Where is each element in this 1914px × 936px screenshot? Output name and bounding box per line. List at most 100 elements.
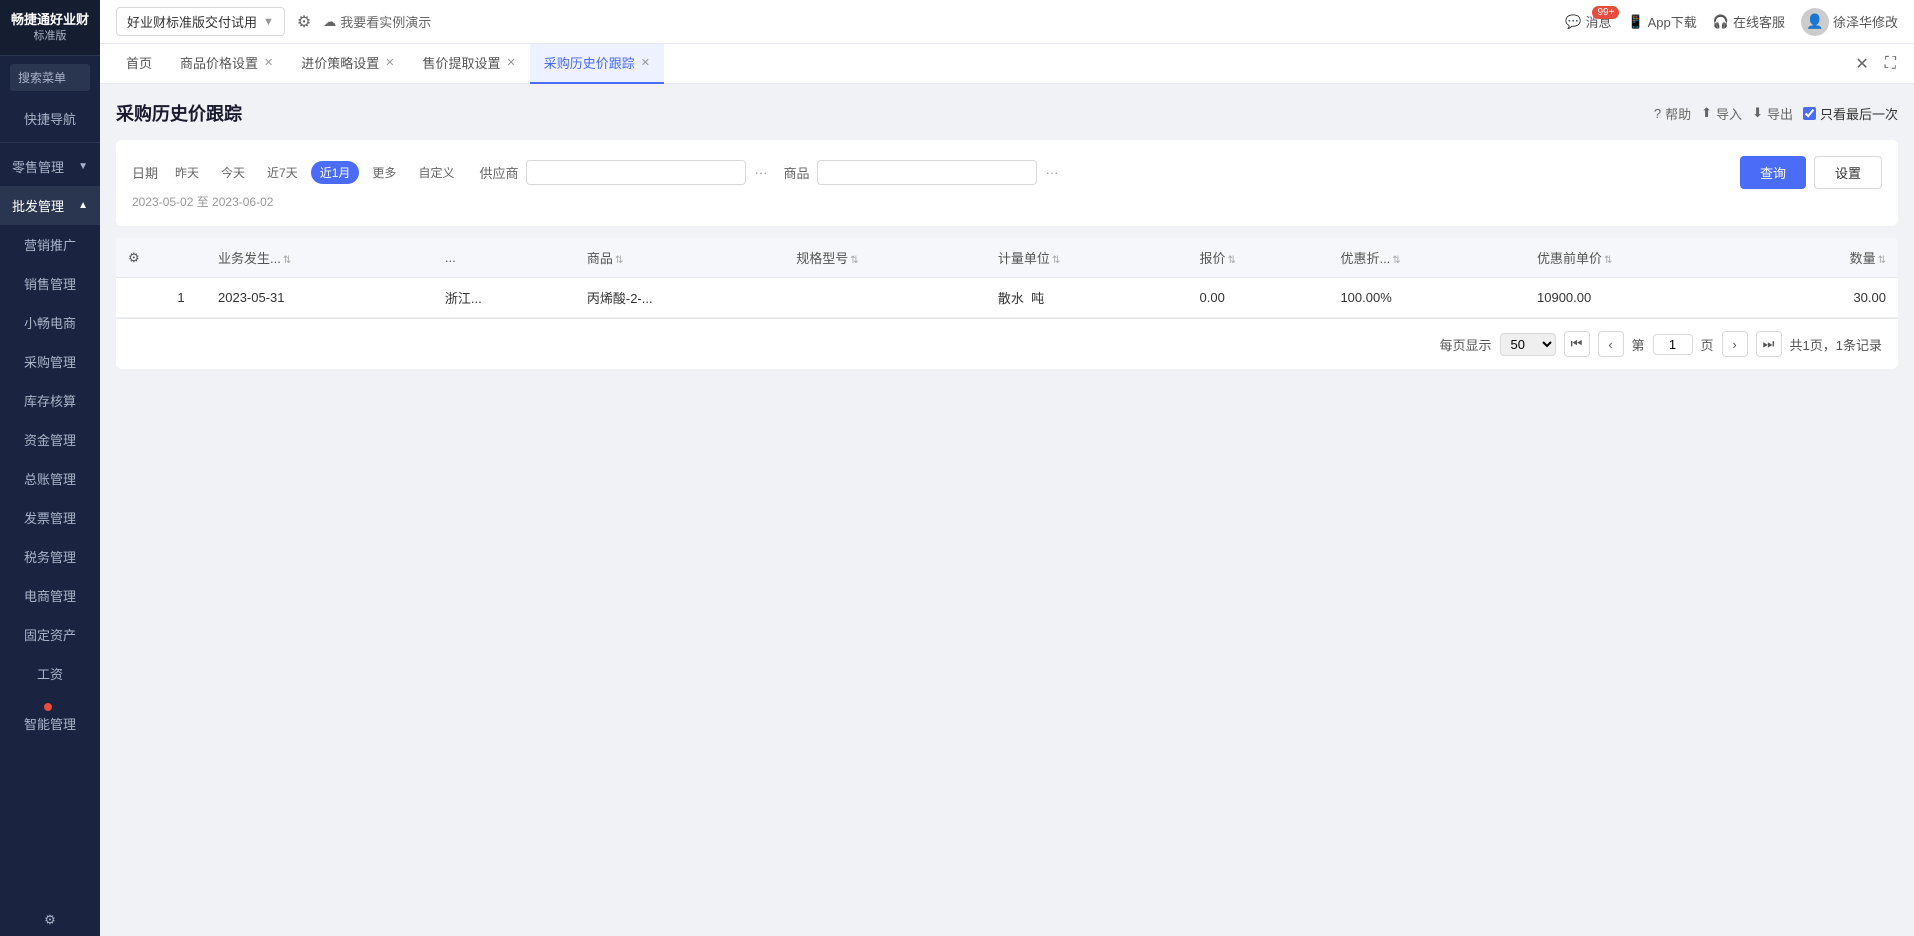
sidebar-item-finance[interactable]: 资金管理 [0,420,100,459]
only-last-checkbox[interactable]: 只看最后一次 [1803,104,1898,123]
search-menu-button[interactable]: 搜索菜单 [10,64,90,91]
row-date: 2023-05-31 [206,278,433,318]
page-input[interactable] [1653,334,1693,355]
sort-icon[interactable]: ⇅ [1392,255,1400,266]
goods-more-icon[interactable]: ··· [1045,165,1058,180]
goods-filter: 商品 ··· [783,160,1058,185]
per-page-select[interactable]: 10 20 50 100 [1500,333,1556,356]
date-btn-1month[interactable]: 近1月 [311,161,360,184]
sidebar-item-label: 小畅电商 [24,313,76,332]
sidebar-item-label: 资金管理 [24,430,76,449]
first-page-button[interactable]: ⏮ [1564,331,1590,357]
sort-icon[interactable]: ⇅ [1228,255,1236,266]
date-btn-7days[interactable]: 近7天 [258,161,307,184]
app-download-button[interactable]: 📱 App下载 [1627,12,1696,31]
tab-close-icon[interactable]: ✕ [385,56,394,69]
sidebar-settings-button[interactable]: ⚙ [0,904,100,936]
supplier-filter-label: 供应商 [479,163,518,182]
sort-icon[interactable]: ⇅ [850,255,858,266]
online-service-button[interactable]: 🎧 在线客服 [1713,12,1785,31]
row-spec [784,278,986,318]
avatar: 👤 [1801,8,1829,36]
date-btn-today[interactable]: 今天 [212,161,254,184]
user-menu[interactable]: 👤 徐泽华修改 [1801,8,1898,36]
tab-close-icon[interactable]: ✕ [264,56,273,69]
chevron-down-icon: ▼ [263,16,274,28]
table-header: ⚙ 业务发生...⇅ ... 商品⇅ 规格型号⇅ [116,238,1898,278]
row-discount: 100.00% [1328,278,1525,318]
sidebar-item-fixed-assets[interactable]: 固定资产 [0,615,100,654]
th-qty: 数量⇅ [1757,238,1898,278]
export-link[interactable]: ⬇ 导出 [1752,104,1793,123]
sidebar-item-label: 批发管理 [12,196,64,215]
table-header-row: ⚙ 业务发生...⇅ ... 商品⇅ 规格型号⇅ [116,238,1898,278]
settings-icon[interactable]: ⚙ [128,250,140,265]
date-btn-yesterday[interactable]: 昨天 [166,161,208,184]
supplier-input[interactable] [526,160,746,185]
row-settings [116,278,156,318]
tab-purchase-history[interactable]: 采购历史价跟踪 ✕ [530,44,664,84]
filter-settings-button[interactable]: 设置 [1814,156,1882,189]
sort-icon[interactable]: ⇅ [1052,255,1060,266]
sidebar-item-label: 营销推广 [24,235,76,254]
maximize-tab-button[interactable]: ⛶ [1879,53,1902,75]
sidebar-item-inventory[interactable]: 库存核算 [0,381,100,420]
version-selector[interactable]: 好业财标准版交付试用 ▼ [116,7,285,36]
sidebar-item-purchase[interactable]: 采购管理 [0,342,100,381]
row-supplier: 浙江... [433,278,575,318]
sort-icon[interactable]: ⇅ [1878,255,1886,266]
sort-icon[interactable]: ⇅ [1604,255,1612,266]
sidebar-item-marketing[interactable]: 营销推广 [0,225,100,264]
tab-close-icon[interactable]: ✕ [641,56,650,69]
sidebar-item-smart[interactable]: 智能管理 [0,693,100,743]
tab-price-strategy[interactable]: 进价策略设置 ✕ [287,44,408,84]
date-btn-custom[interactable]: 自定义 [409,161,463,184]
query-button[interactable]: 查询 [1740,156,1806,189]
last-page-button[interactable]: ⏭ [1756,331,1782,357]
row-qty: 30.00 [1757,278,1898,318]
sidebar-item-quick-nav[interactable]: 快捷导航 [0,99,100,138]
sidebar-item-invoice[interactable]: 发票管理 [0,498,100,537]
sidebar-item-ecommerce[interactable]: 电商管理 [0,576,100,615]
th-settings: ⚙ [116,238,156,278]
sidebar-item-accounting[interactable]: 总账管理 [0,459,100,498]
sidebar-item-wholesale[interactable]: 批发管理 ▲ [0,186,100,225]
messages-button[interactable]: 💬 消息 99+ [1565,12,1611,31]
help-link[interactable]: ? 帮助 [1654,104,1691,123]
date-btn-more[interactable]: 更多 [363,161,405,184]
prev-page-button[interactable]: ‹ [1598,331,1624,357]
sidebar-item-tax[interactable]: 税务管理 [0,537,100,576]
sidebar-item-label: 智能管理 [24,714,76,733]
sort-icon[interactable]: ⇅ [283,255,291,266]
sort-icon[interactable]: ⇅ [615,255,623,266]
row-num: 1 [156,278,206,318]
demo-button[interactable]: ☁ 我要看实例演示 [323,12,431,31]
sidebar-item-ecommerce-small[interactable]: 小畅电商 [0,303,100,342]
tab-label: 商品价格设置 [180,53,258,72]
row-unit: 散水 吨 [986,278,1188,318]
sidebar-item-retail[interactable]: 零售管理 ▼ [0,147,100,186]
tab-commodity-price[interactable]: 商品价格设置 ✕ [166,44,287,84]
close-tab-button[interactable]: ✕ [1849,52,1874,76]
next-page-button[interactable]: › [1722,331,1748,357]
chevron-down-icon: ▼ [78,161,88,172]
table-row: 1 2023-05-31 浙江... 丙烯酸-2-... 散水 吨 0.00 1… [116,278,1898,318]
import-link[interactable]: ⬆ 导入 [1701,104,1742,123]
only-last-input[interactable] [1803,107,1816,120]
tab-close-icon[interactable]: ✕ [507,56,516,69]
question-icon: ? [1654,106,1661,121]
sidebar-item-sales[interactable]: 销售管理 [0,264,100,303]
sidebar-item-payroll[interactable]: 工资 [0,654,100,693]
table-body: 1 2023-05-31 浙江... 丙烯酸-2-... 散水 吨 0.00 1… [116,278,1898,318]
date-range-display: 2023-05-02 至 2023-06-02 [132,193,1882,210]
supplier-more-icon[interactable]: ··· [754,165,767,180]
tab-home[interactable]: 首页 [112,44,166,84]
date-filter-label: 日期 [132,163,158,182]
page-content: 采购历史价跟踪 ? 帮助 ⬆ 导入 ⬇ 导出 只看最后一次 [100,84,1914,936]
goods-input[interactable] [817,160,1037,185]
tab-sale-extract[interactable]: 售价提取设置 ✕ [408,44,529,84]
pagination: 每页显示 10 20 50 100 ⏮ ‹ 第 页 › ⏭ 共1页，1条记录 [116,318,1898,369]
export-icon: ⬇ [1752,105,1763,121]
sidebar-item-label: 电商管理 [24,586,76,605]
topbar-settings-icon[interactable]: ⚙ [293,8,315,36]
